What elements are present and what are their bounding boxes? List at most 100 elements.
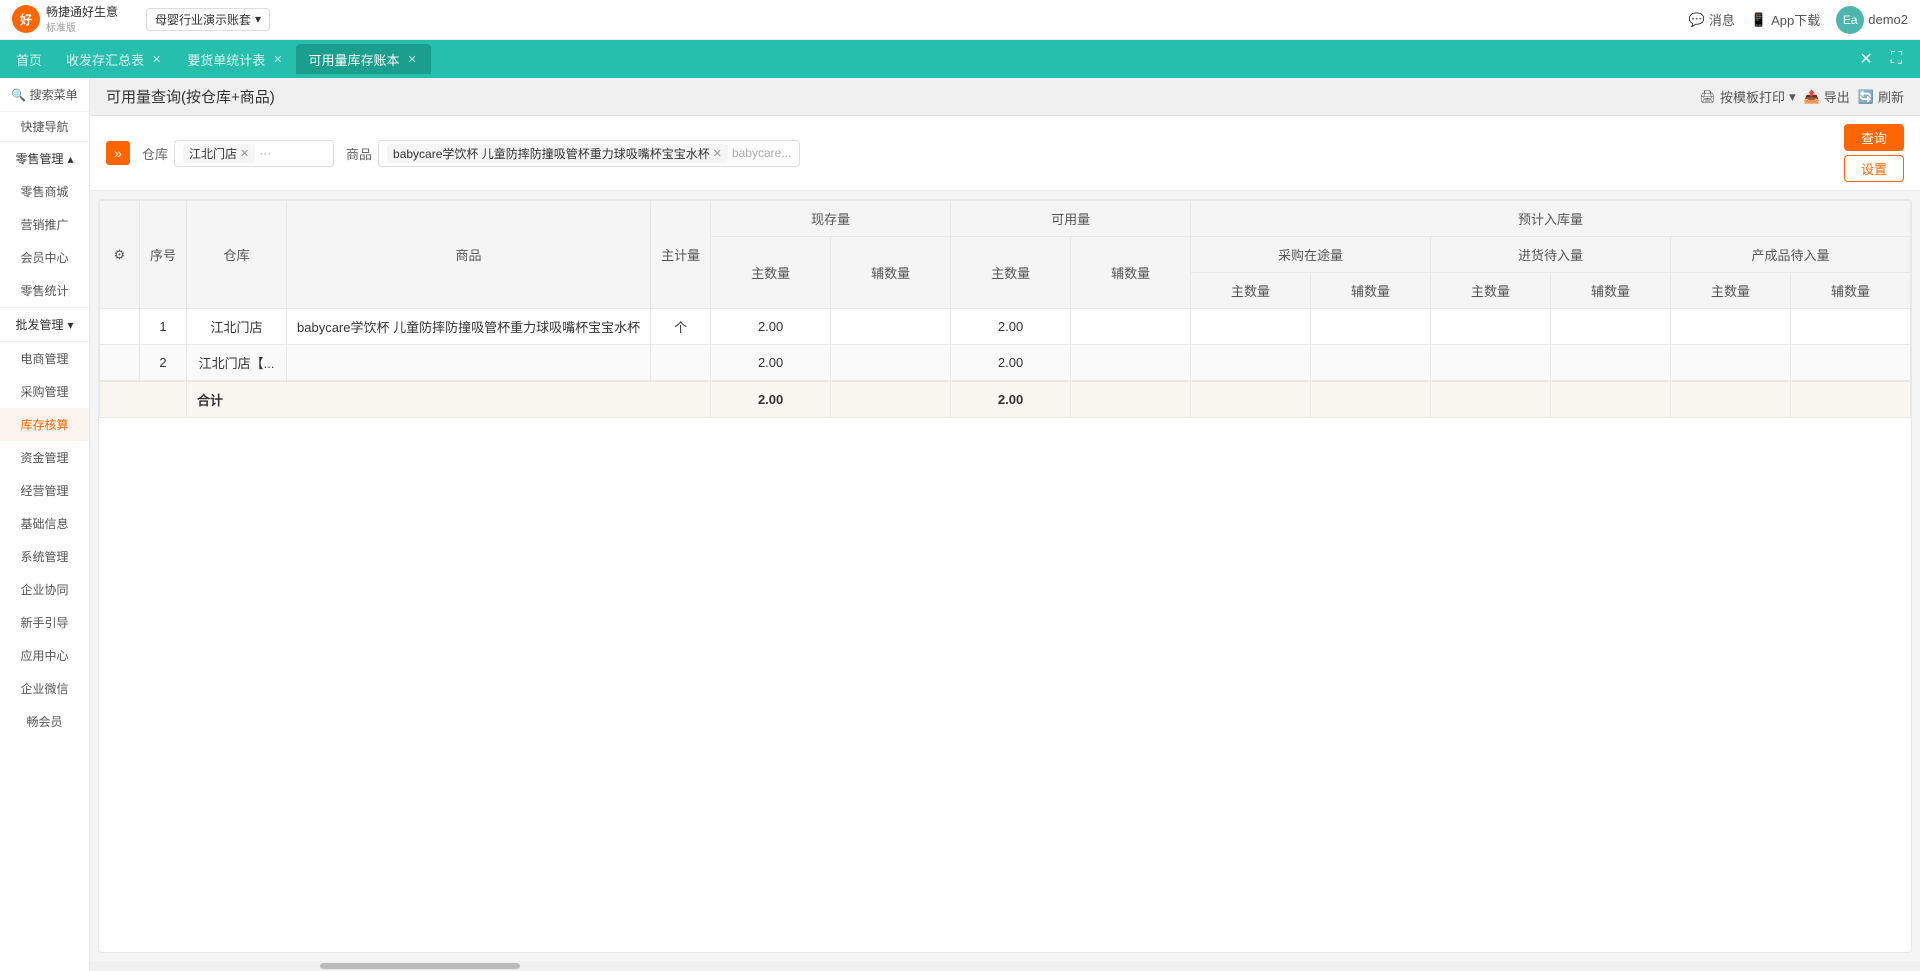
scroll-thumb[interactable] — [320, 963, 520, 969]
settings-button[interactable]: 设置 — [1844, 155, 1904, 182]
page-actions: 🖨 按模板打印 ▾ 📤 导出 🔄 刷新 — [1700, 87, 1904, 106]
row1-warehouse: 江北门店 — [187, 309, 287, 345]
sidebar-item-inventory[interactable]: 库存核算 — [0, 408, 89, 441]
logo-text-block: 畅捷通好生意 标准版 — [46, 5, 118, 34]
row1-product-aux — [1790, 309, 1910, 345]
tab-requisitions[interactable]: 要货单统计表 ✕ — [175, 44, 296, 74]
row2-available-main: 2.00 — [951, 345, 1071, 382]
th-incoming-aux: 辅数量 — [1551, 273, 1671, 309]
th-stock-group: 现存量 — [711, 201, 951, 237]
total-incoming-main — [1431, 381, 1551, 418]
sidebar-wholesale-label: 批发管理 — [15, 316, 63, 333]
tab-close-all-icon[interactable]: ✕ — [1853, 47, 1878, 71]
top-bar: 好 畅捷通好生意 标准版 母婴行业演示账套 ▾ 💬 消息 📱 App下载 Ea … — [0, 0, 1920, 40]
row2-purchase-main — [1191, 345, 1311, 382]
message-action[interactable]: 💬 消息 — [1689, 10, 1735, 29]
sidebar-item-retail-mall[interactable]: 零售商城 — [0, 175, 89, 208]
sidebar-item-marketing[interactable]: 营销推广 — [0, 208, 89, 241]
tab-receipts-close[interactable]: ✕ — [150, 52, 163, 67]
row2-unit — [651, 345, 711, 382]
export-button[interactable]: 📤 导出 — [1804, 87, 1850, 106]
sidebar-item-operations[interactable]: 经营管理 — [0, 474, 89, 507]
sidebar-item-ecommerce[interactable]: 电商管理 — [0, 342, 89, 375]
total-empty — [100, 381, 187, 418]
th-available-main: 主数量 — [951, 237, 1071, 309]
filter-product-close[interactable]: ✕ — [713, 147, 722, 160]
template-print-button[interactable]: 🖨 按模板打印 ▾ — [1700, 87, 1796, 106]
total-label: 合计 — [187, 381, 711, 418]
app-download-action[interactable]: 📱 App下载 — [1751, 10, 1820, 29]
sidebar-item-members[interactable]: 会员中心 — [0, 241, 89, 274]
row1-product-main — [1671, 309, 1791, 345]
row1-product: babycare学饮杯 儿童防摔防撞吸管杯重力球吸嘴杯宝宝水杯 — [287, 309, 651, 345]
tab-available[interactable]: 可用量库存账本 ✕ — [296, 44, 430, 74]
tab-requisitions-close[interactable]: ✕ — [271, 52, 284, 67]
sidebar-wholesale-header[interactable]: 批发管理 ▾ — [0, 308, 89, 341]
row2-stock-aux — [831, 345, 951, 382]
query-button[interactable]: 查询 — [1844, 124, 1904, 151]
row2-index: 2 — [140, 345, 187, 382]
row1-available-main: 2.00 — [951, 309, 1071, 345]
total-incoming-aux — [1551, 381, 1671, 418]
user-area[interactable]: Ea demo2 — [1836, 6, 1908, 34]
filter-warehouse-close[interactable]: ✕ — [240, 147, 249, 160]
filter-product-label: 商品 — [346, 144, 372, 163]
sidebar-retail-label: 零售管理 — [15, 150, 63, 167]
sidebar-item-appstore[interactable]: 应用中心 — [0, 639, 89, 672]
filter-product-more: babycare... — [732, 146, 791, 160]
page-header: 可用量查询(按仓库+商品) 🖨 按模板打印 ▾ 📤 导出 🔄 刷新 — [90, 78, 1920, 116]
sidebar-item-purchase[interactable]: 采购管理 — [0, 375, 89, 408]
message-label: 消息 — [1709, 10, 1735, 29]
sidebar-item-retail-stats[interactable]: 零售统计 — [0, 274, 89, 307]
tab-available-close[interactable]: ✕ — [406, 52, 419, 67]
filter-warehouse-more[interactable]: ··· — [259, 146, 271, 160]
th-warehouse: 仓库 — [187, 201, 287, 309]
row2-available-aux — [1071, 345, 1191, 382]
page-title: 可用量查询(按仓库+商品) — [106, 86, 275, 107]
filter-expand-button[interactable]: » — [106, 141, 130, 165]
row1-index: 1 — [140, 309, 187, 345]
total-available-aux — [1071, 381, 1191, 418]
logo-area: 好 畅捷通好生意 标准版 — [12, 5, 118, 34]
row1-available-aux — [1071, 309, 1191, 345]
chevron-down-icon: ▾ — [255, 12, 261, 26]
tab-home-label: 首页 — [16, 50, 42, 69]
row2-warehouse: 江北门店【... — [187, 345, 287, 382]
row1-purchase-aux — [1311, 309, 1431, 345]
sidebar-item-wechat[interactable]: 企业微信 — [0, 672, 89, 705]
th-settings[interactable]: ⚙ — [100, 201, 140, 309]
sidebar-item-basics[interactable]: 基础信息 — [0, 507, 89, 540]
top-bar-left: 好 畅捷通好生意 标准版 母婴行业演示账套 ▾ — [12, 5, 270, 34]
chevron-down-icon: ▾ — [67, 318, 73, 332]
sidebar-item-enterprise[interactable]: 企业协同 — [0, 573, 89, 606]
tab-home[interactable]: 首页 — [4, 44, 54, 74]
logo-sub-text: 标准版 — [46, 19, 118, 34]
sidebar-item-system[interactable]: 系统管理 — [0, 540, 89, 573]
sidebar-item-finance[interactable]: 资金管理 — [0, 441, 89, 474]
sidebar-item-member[interactable]: 畅会员 — [0, 705, 89, 738]
refresh-button[interactable]: 🔄 刷新 — [1858, 87, 1904, 106]
sidebar-search[interactable]: 🔍 搜索菜单 — [0, 78, 89, 112]
industry-selector[interactable]: 母婴行业演示账套 ▾ — [146, 8, 270, 31]
th-purchase-main: 主数量 — [1191, 273, 1311, 309]
sidebar-quick-nav[interactable]: 快捷导航 — [0, 112, 89, 142]
filter-warehouse-field: 仓库 江北门店 ✕ ··· — [142, 140, 334, 167]
total-stock-aux — [831, 381, 951, 418]
filter-product-input[interactable]: babycare学饮杯 儿童防摔防撞吸管杯重力球吸嘴杯宝宝水杯 ✕ babyca… — [378, 140, 800, 167]
row2-incoming-main — [1431, 345, 1551, 382]
sidebar-section-retail: 零售管理 ▴ 零售商城 营销推广 会员中心 零售统计 — [0, 142, 89, 308]
total-product-main — [1671, 381, 1791, 418]
total-purchase-main — [1191, 381, 1311, 418]
table-area: ⚙ 序号 仓库 商品 主计量 现存量 可用量 预计入库量 主数量 辅数量 主数量… — [98, 199, 1912, 953]
export-label: 导出 — [1824, 87, 1850, 106]
tab-expand-icon[interactable]: ⛶ — [1885, 48, 1908, 70]
tab-receipts[interactable]: 收发存汇总表 ✕ — [54, 44, 175, 74]
filter-warehouse-input[interactable]: 江北门店 ✕ ··· — [174, 140, 334, 167]
row2-product-aux — [1790, 345, 1910, 382]
total-available-main: 2.00 — [951, 381, 1071, 418]
th-expected-group: 预计入库量 — [1191, 201, 1911, 237]
sidebar-item-newbie[interactable]: 新手引导 — [0, 606, 89, 639]
sidebar-retail-header[interactable]: 零售管理 ▴ — [0, 142, 89, 175]
filter-actions: 查询 设置 — [1844, 124, 1904, 182]
filter-warehouse-tag: 江北门店 ✕ — [183, 144, 255, 163]
